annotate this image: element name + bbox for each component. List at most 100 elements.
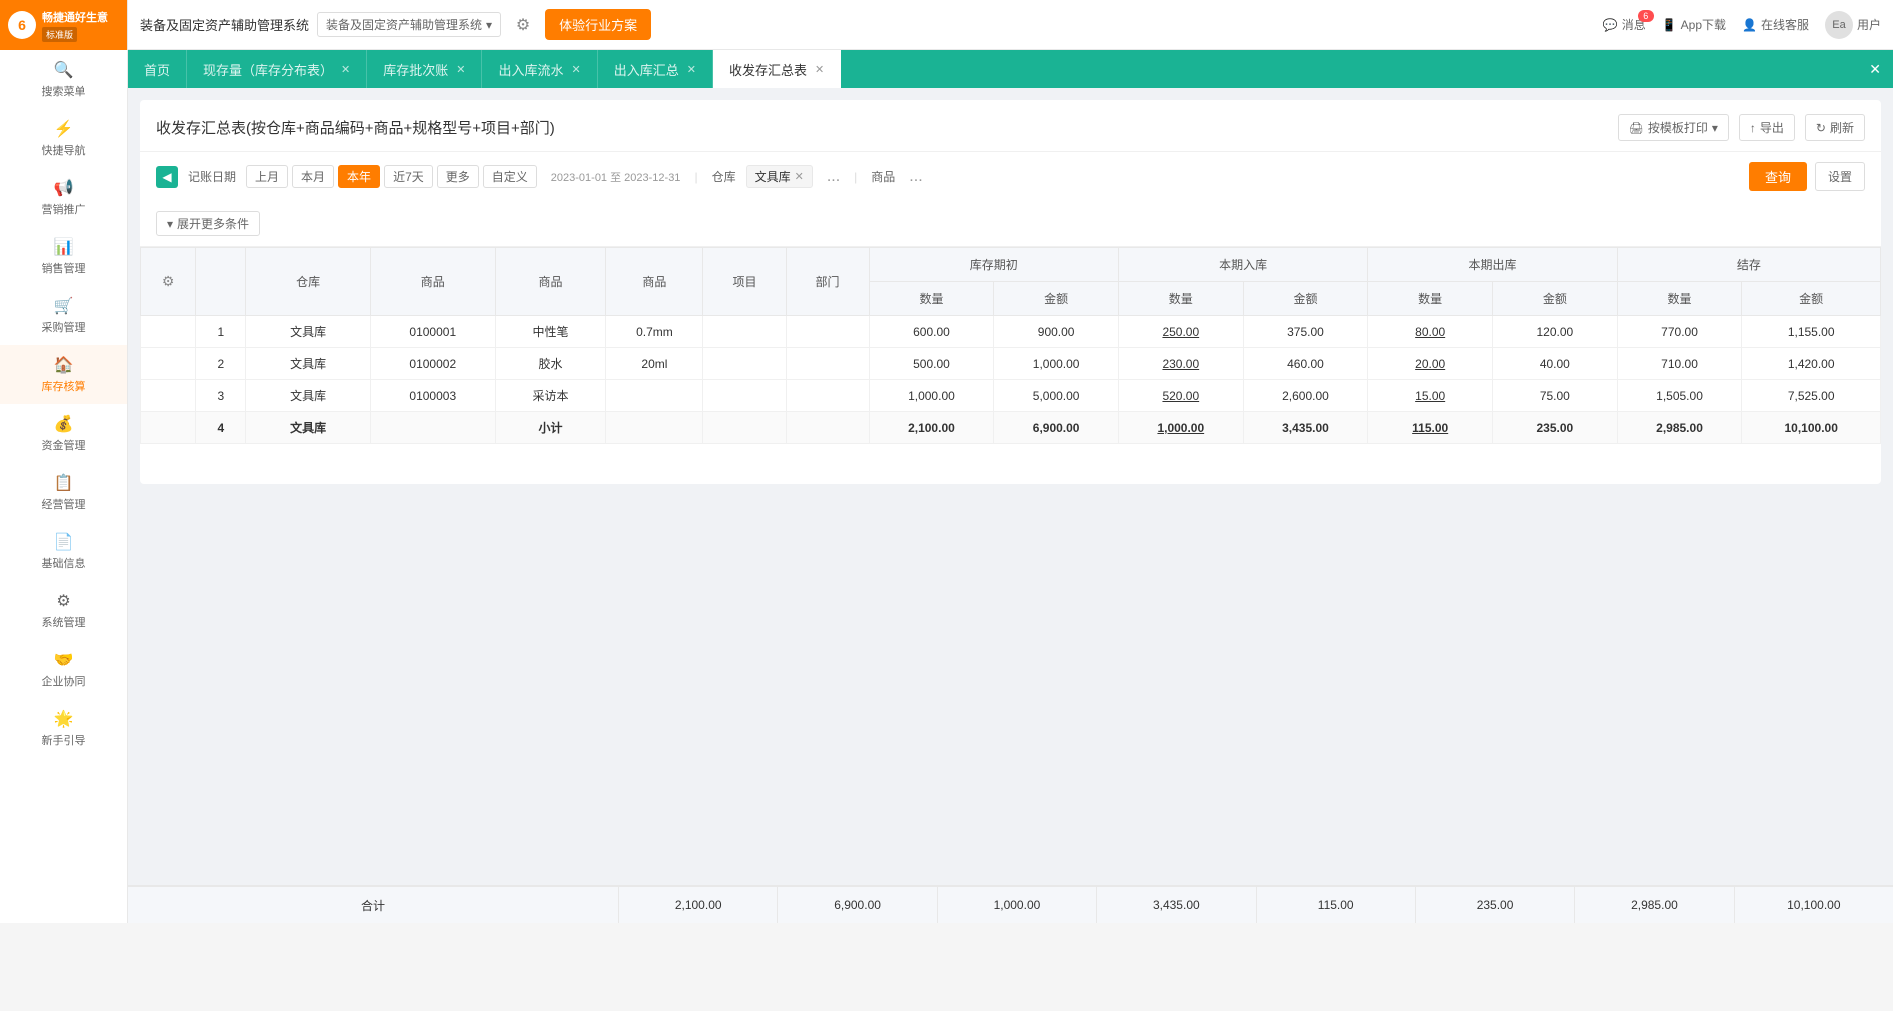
- page-title: 收发存汇总表(按仓库+商品编码+商品+规格型号+项目+部门): [156, 117, 555, 138]
- sidebar-item-operations[interactable]: 📋经营管理: [0, 463, 127, 522]
- tab-label: 出入库流水: [498, 60, 563, 79]
- print-button[interactable]: 🖨 按模板打印 ▾: [1618, 114, 1729, 141]
- cell-spec: 0.7mm: [606, 316, 703, 348]
- refresh-button[interactable]: ↻ 刷新: [1805, 114, 1865, 141]
- sidebar-item-purchase[interactable]: 🛒采购管理: [0, 286, 127, 345]
- tab-inventory-dist[interactable]: 现存量（库存分布表）✕: [187, 50, 367, 88]
- warehouse-tag: 文具库 ✕: [746, 165, 813, 188]
- cell-seq: 2: [196, 348, 246, 380]
- tab-close-icon[interactable]: ✕: [341, 63, 350, 76]
- message-action[interactable]: 💬 消息 6: [1603, 16, 1646, 33]
- settings-icon[interactable]: ⚙: [509, 11, 537, 39]
- footer-out-qty: 115.00: [1256, 887, 1415, 923]
- cell-out-qty: 80.00: [1368, 316, 1493, 348]
- sidebar-item-finance[interactable]: 💰资金管理: [0, 404, 127, 463]
- cell-goods: 中性笔: [495, 316, 606, 348]
- tab-close-icon[interactable]: ✕: [456, 63, 465, 76]
- service-label: 在线客服: [1761, 16, 1809, 33]
- cell-in-qty-link[interactable]: 520.00: [1162, 389, 1199, 403]
- sidebar-item-search[interactable]: 🔍搜索菜单: [0, 50, 127, 109]
- phone-icon: 📱: [1662, 18, 1677, 32]
- cell-in-qty: 250.00: [1118, 316, 1243, 348]
- purchase-icon: 🛒: [54, 296, 74, 316]
- date-shortcut-本年[interactable]: 本年: [338, 165, 380, 188]
- column-settings-icon[interactable]: ⚙: [162, 273, 175, 289]
- th-opening: 库存期初: [869, 248, 1118, 282]
- expand-conditions-button[interactable]: ▾ 展开更多条件: [156, 211, 260, 236]
- sidebar-item-basic-info[interactable]: 📄基础信息: [0, 522, 127, 581]
- cell-code: 0100003: [370, 380, 495, 412]
- cell-in-qty-link[interactable]: 230.00: [1162, 357, 1199, 371]
- tab-close-icon[interactable]: ✕: [572, 63, 581, 76]
- tab-batch[interactable]: 库存批次账 ✕: [367, 50, 482, 88]
- footer-total-bar: 合计 2,100.00 6,900.00 1,000.00 3,435.00 1…: [128, 885, 1893, 923]
- date-shortcut-近7天[interactable]: 近7天: [384, 165, 433, 188]
- goods-ellipsis[interactable]: ...: [909, 168, 922, 186]
- app-download-label: App下载: [1681, 16, 1726, 33]
- tab-home[interactable]: 首页: [128, 50, 187, 88]
- app-download-action[interactable]: 📱 App下载: [1662, 16, 1726, 33]
- filter-settings-button[interactable]: 设置: [1815, 162, 1865, 191]
- cell-seq: 4: [196, 412, 246, 444]
- date-shortcut-上月[interactable]: 上月: [246, 165, 288, 188]
- sidebar-item-marketing[interactable]: 📢营销推广: [0, 168, 127, 227]
- cell-opening-qty: 2,100.00: [869, 412, 994, 444]
- cell-in-qty-link[interactable]: 1,000.00: [1157, 421, 1204, 435]
- filter-collapse-button[interactable]: ◀: [156, 166, 178, 188]
- cell-dept: [786, 316, 869, 348]
- filter-row-1: ◀ 记账日期 上月本月本年近7天更多自定义 2023-01-01 至 2023-…: [156, 162, 1865, 191]
- date-shortcut-本月[interactable]: 本月: [292, 165, 334, 188]
- filter-right-actions: 查询 设置: [1749, 162, 1865, 191]
- tab-inout-summary[interactable]: 出入库汇总✕: [598, 50, 713, 88]
- cell-settings: [141, 380, 196, 412]
- query-button[interactable]: 查询: [1749, 162, 1807, 191]
- warehouse-tag-close-icon[interactable]: ✕: [795, 170, 804, 183]
- cell-out-qty-link[interactable]: 80.00: [1415, 325, 1445, 339]
- tab-close-icon[interactable]: ✕: [687, 63, 696, 76]
- sidebar-item-inventory[interactable]: 🏠库存核算: [0, 345, 127, 404]
- tab-close-icon[interactable]: ✕: [815, 63, 824, 76]
- sidebar-item-quick-nav[interactable]: ⚡快捷导航: [0, 109, 127, 168]
- trial-button[interactable]: 体验行业方案: [545, 9, 651, 40]
- cell-in-qty: 230.00: [1118, 348, 1243, 380]
- online-service-action[interactable]: 👤 在线客服: [1742, 16, 1809, 33]
- th-in: 本期入库: [1118, 248, 1367, 282]
- date-range: 2023-01-01 至 2023-12-31: [551, 169, 681, 185]
- sidebar-item-system[interactable]: ⚙系统管理: [0, 581, 127, 640]
- cell-out-amt: 75.00: [1493, 380, 1618, 412]
- cell-out-qty: 15.00: [1368, 380, 1493, 412]
- cell-code: 0100002: [370, 348, 495, 380]
- cell-in-qty-link[interactable]: 250.00: [1162, 325, 1199, 339]
- tab-recv-summary[interactable]: 收发存汇总表✕: [713, 50, 841, 88]
- tab-inout-flow[interactable]: 出入库流水 ✕: [482, 50, 597, 88]
- page-title-bar: 收发存汇总表(按仓库+商品编码+商品+规格型号+项目+部门) 🖨 按模板打印 ▾…: [140, 100, 1881, 152]
- sidebar-item-sales[interactable]: 📊销售管理: [0, 227, 127, 286]
- quick-nav-icon: ⚡: [54, 119, 74, 139]
- cell-project: [703, 348, 786, 380]
- export-button[interactable]: ↑ 导出: [1739, 114, 1795, 141]
- content-card: 收发存汇总表(按仓库+商品编码+商品+规格型号+项目+部门) 🖨 按模板打印 ▾…: [140, 100, 1881, 484]
- th-out: 本期出库: [1368, 248, 1617, 282]
- cell-warehouse: 文具库: [246, 348, 371, 380]
- cell-out-qty-link[interactable]: 15.00: [1415, 389, 1445, 403]
- warehouse-ellipsis[interactable]: ...: [827, 168, 840, 186]
- cell-opening-qty: 1,000.00: [869, 380, 994, 412]
- print-icon: 🖨: [1629, 121, 1644, 135]
- separator2: |: [850, 170, 861, 184]
- print-arrow-icon: ▾: [1712, 121, 1718, 135]
- th-dept: 部门: [786, 248, 869, 316]
- avatar: Ea: [1825, 11, 1853, 39]
- system-dropdown[interactable]: 装备及固定资产辅助管理系统 ▾: [317, 12, 501, 37]
- topbar-right: 💬 消息 6 📱 App下载 👤 在线客服 Ea 用户: [1603, 11, 1881, 39]
- cell-out-qty-link[interactable]: 20.00: [1415, 357, 1445, 371]
- tab-close-main-icon[interactable]: ✕: [1857, 61, 1893, 78]
- cell-closing-amt: 7,525.00: [1742, 380, 1881, 412]
- user-action[interactable]: Ea 用户: [1825, 11, 1881, 39]
- date-shortcut-自定义[interactable]: 自定义: [483, 165, 537, 188]
- date-shortcut-更多[interactable]: 更多: [437, 165, 479, 188]
- sidebar-item-enterprise[interactable]: 🤝企业协同: [0, 640, 127, 699]
- sidebar-item-guide[interactable]: 🌟新手引导: [0, 699, 127, 758]
- cell-closing-amt: 1,420.00: [1742, 348, 1881, 380]
- tab-label: 库存批次账: [383, 60, 448, 79]
- cell-out-qty-link[interactable]: 115.00: [1412, 421, 1448, 435]
